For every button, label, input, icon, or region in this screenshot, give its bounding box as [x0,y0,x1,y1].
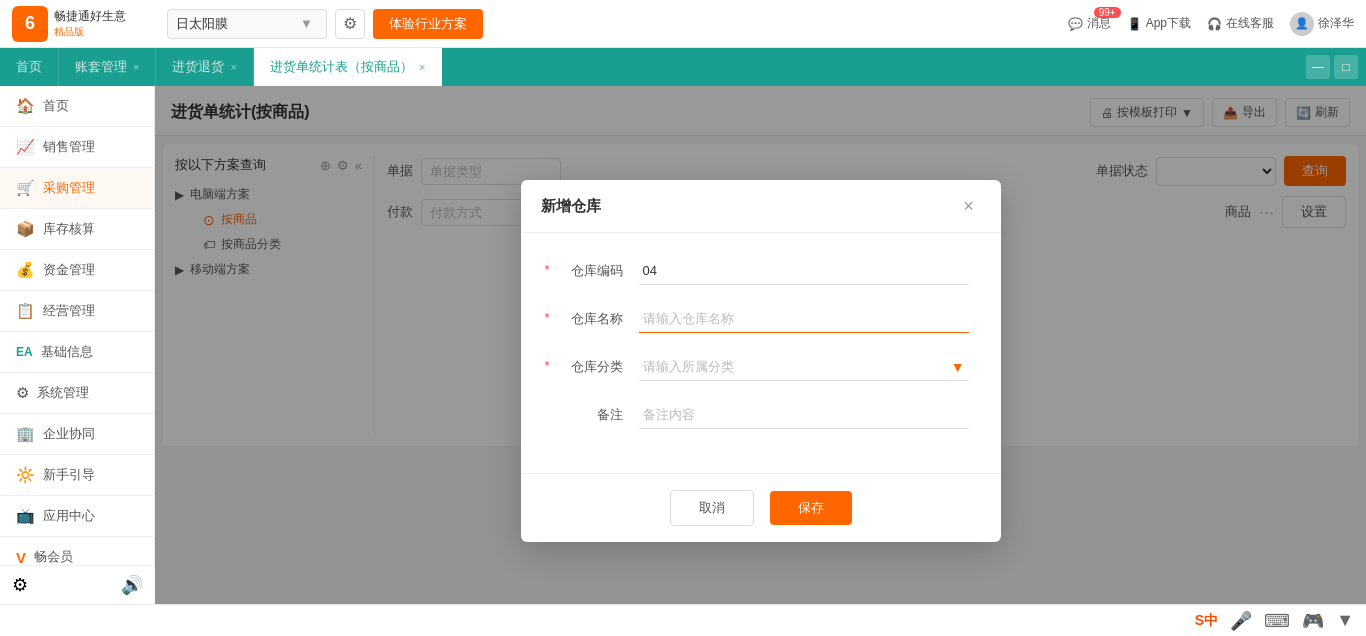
menu-icon[interactable]: ▼ [1336,610,1354,631]
s-brand-icon: S中 [1195,612,1218,630]
system-icon: ⚙ [16,384,29,402]
sidebar-item-appstore[interactable]: 📺 应用中心 [0,496,154,537]
sales-icon: 📈 [16,138,35,156]
basic-info-icon: EA [16,345,33,359]
sidebar-item-purchase[interactable]: 🛒 采购管理 [0,168,154,209]
settings-icon[interactable]: ⚙ [12,574,28,596]
gear-button[interactable]: ⚙ [335,9,365,39]
search-dropdown-icon[interactable]: ▼ [300,16,313,31]
messages-button[interactable]: 💬 消息 99+ [1068,15,1111,32]
search-box[interactable]: 日太阳膜 ▼ [167,9,327,39]
sidebar-item-guide[interactable]: 🔆 新手引导 [0,455,154,496]
modal-overlay: 新增仓库 × 仓库编码 仓库名称 仓库 [155,86,1366,636]
controller-icon[interactable]: 🎮 [1302,610,1324,632]
notes-input[interactable] [639,401,969,429]
notification-badge: 99+ [1094,7,1121,18]
warehouse-category-label: 仓库分类 [553,358,623,376]
field-warehouse-code: 仓库编码 [553,257,969,285]
tab-close-purchase-return[interactable]: × [230,61,236,73]
tab-account[interactable]: 账套管理 × [59,48,156,86]
save-button[interactable]: 保存 [770,491,852,525]
notes-label: 备注 [553,406,623,424]
logo-text: 畅捷通好生意 精品版 [54,9,126,38]
tab-close-account[interactable]: × [133,61,139,73]
sidebar: 🏠 首页 📈 销售管理 🛒 采购管理 📦 库存核算 💰 资金管理 📋 经营管理 … [0,86,155,636]
warehouse-code-input[interactable] [639,257,969,285]
field-notes: 备注 [553,401,969,429]
tab-bar: 首页 账套管理 × 进货退货 × 进货单统计表（按商品） × — □ [0,48,1366,86]
sidebar-item-inventory[interactable]: 📦 库存核算 [0,209,154,250]
tab-purchase-return[interactable]: 进货退货 × [156,48,253,86]
modal-header: 新增仓库 × [521,180,1001,233]
online-service-button[interactable]: 🎧 在线客服 [1207,15,1274,32]
warehouse-name-label: 仓库名称 [553,310,623,328]
sidebar-item-system[interactable]: ⚙ 系统管理 [0,373,154,414]
header-right: 💬 消息 99+ 📱 App下载 🎧 在线客服 👤 徐泽华 [1068,12,1354,36]
top-header: 6 畅捷通好生意 精品版 日太阳膜 ▼ ⚙ 体验行业方案 💬 消息 99+ 📱 … [0,0,1366,48]
user-avatar-icon: 👤 [1295,17,1309,30]
sound-icon[interactable]: 🔊 [121,574,143,596]
field-warehouse-name: 仓库名称 [553,305,969,333]
sidebar-item-sales[interactable]: 📈 销售管理 [0,127,154,168]
sidebar-item-operations[interactable]: 📋 经营管理 [0,291,154,332]
vip-icon: V [16,549,26,566]
modal-body: 仓库编码 仓库名称 仓库分类 请输入所属分类 [521,233,1001,473]
field-warehouse-category: 仓库分类 请输入所属分类 ▼ [553,353,969,381]
modal-footer: 取消 保存 [521,473,1001,542]
modal-title: 新增仓库 [541,197,601,216]
tab-controls: — □ [1306,48,1366,86]
warehouse-name-input[interactable] [639,305,969,333]
tab-minimize-button[interactable]: — [1306,55,1330,79]
modal-close-button[interactable]: × [957,194,981,218]
avatar: 👤 [1290,12,1314,36]
status-bar: S中 🎤 ⌨ 🎮 ▼ [0,604,1366,636]
appstore-icon: 📺 [16,507,35,525]
tab-maximize-button[interactable]: □ [1334,55,1358,79]
search-input[interactable]: 日太阳膜 [176,16,296,31]
app-logo-icon: 6 [12,6,48,42]
purchase-icon: 🛒 [16,179,35,197]
enterprise-icon: 🏢 [16,425,35,443]
headset-icon: 🎧 [1207,17,1222,31]
main-layout: 🏠 首页 📈 销售管理 🛒 采购管理 📦 库存核算 💰 资金管理 📋 经营管理 … [0,86,1366,636]
guide-icon: 🔆 [16,466,35,484]
logo-area: 6 畅捷通好生意 精品版 [12,6,167,42]
user-profile[interactable]: 👤 徐泽华 [1290,12,1354,36]
sidebar-item-home[interactable]: 🏠 首页 [0,86,154,127]
warehouse-category-select[interactable]: 请输入所属分类 [639,353,969,381]
tab-purchase-stats[interactable]: 进货单统计表（按商品） × [254,48,442,86]
keyboard-icon[interactable]: ⌨ [1264,610,1290,632]
mic-icon[interactable]: 🎤 [1230,610,1252,632]
trial-button[interactable]: 体验行业方案 [373,9,483,39]
warehouse-category-select-wrap: 请输入所属分类 ▼ [639,353,969,381]
cancel-button[interactable]: 取消 [670,490,754,526]
sidebar-item-finance[interactable]: 💰 资金管理 [0,250,154,291]
mobile-icon: 📱 [1127,17,1142,31]
tab-home[interactable]: 首页 [0,48,59,86]
new-warehouse-modal: 新增仓库 × 仓库编码 仓库名称 仓库 [521,180,1001,542]
message-icon: 💬 [1068,17,1083,31]
sidebar-item-enterprise[interactable]: 🏢 企业协同 [0,414,154,455]
inventory-icon: 📦 [16,220,35,238]
warehouse-code-label: 仓库编码 [553,262,623,280]
gear-icon: ⚙ [343,14,357,33]
app-download-button[interactable]: 📱 App下载 [1127,15,1191,32]
content-area: 进货单统计(按商品) 🖨 按模板打印 ▼ 📤 导出 🔄 刷新 [155,86,1366,636]
finance-icon: 💰 [16,261,35,279]
operations-icon: 📋 [16,302,35,320]
tab-close-stats[interactable]: × [419,61,425,73]
sidebar-item-basic-info[interactable]: EA 基础信息 [0,332,154,373]
home-icon: 🏠 [16,97,35,115]
